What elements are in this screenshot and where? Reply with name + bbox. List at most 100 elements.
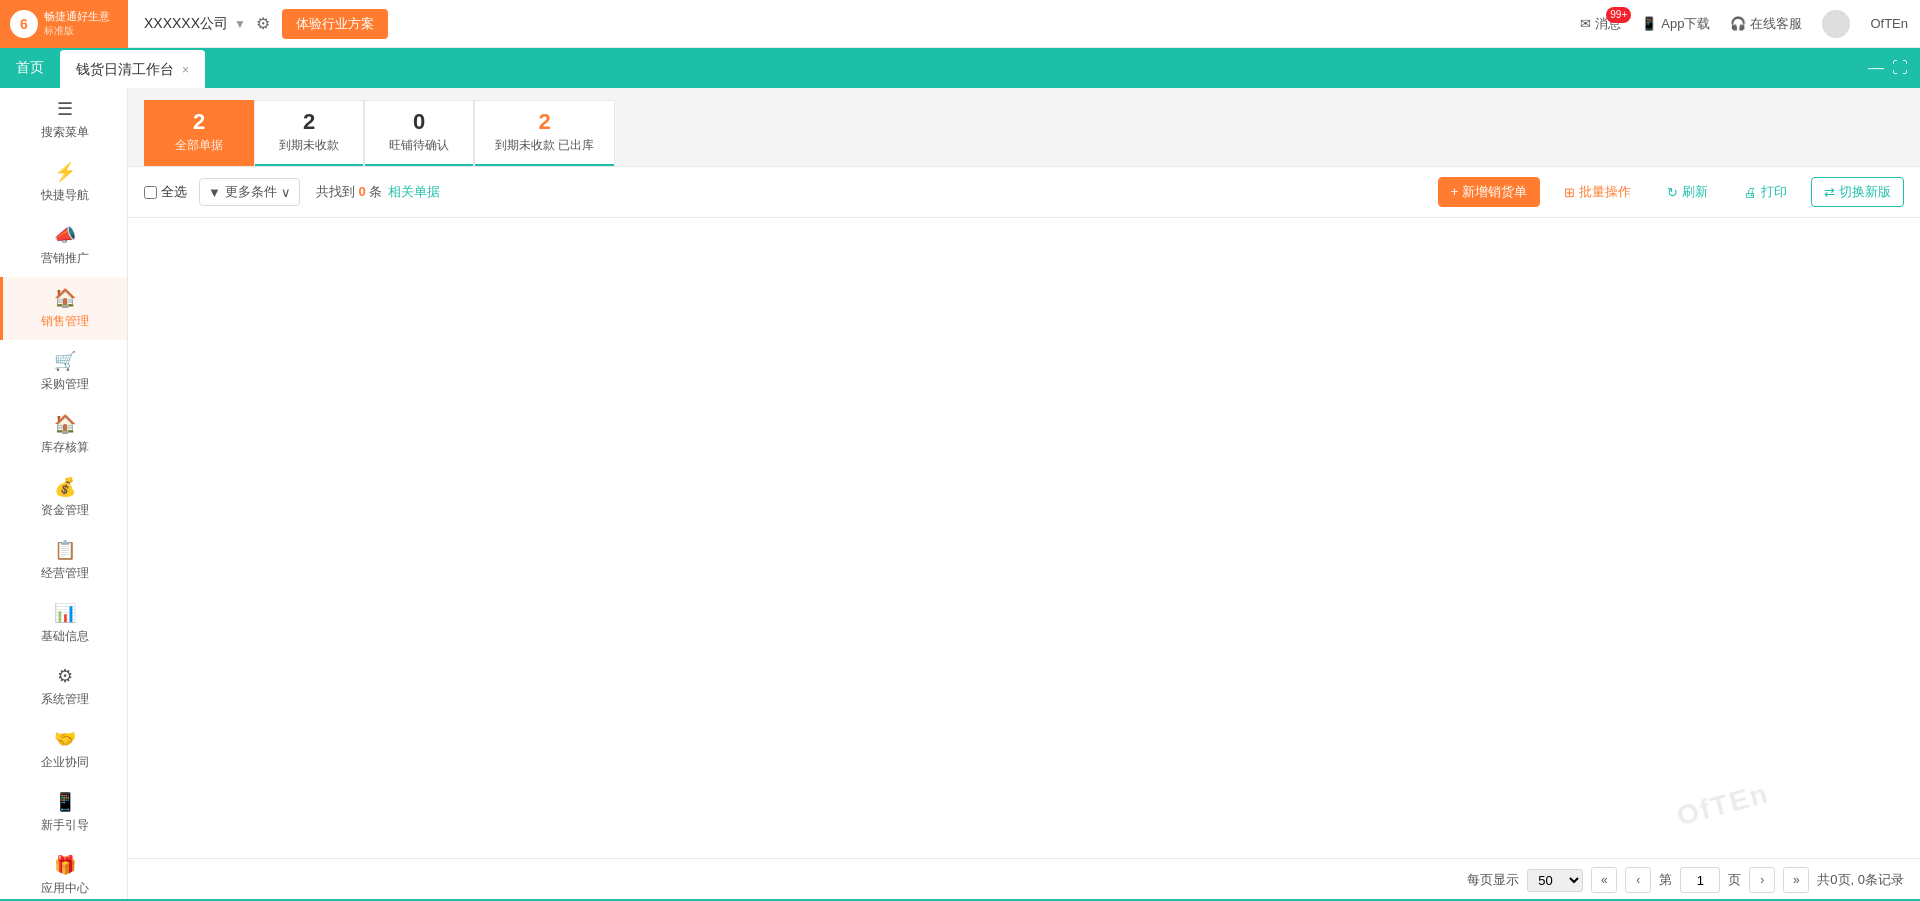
select-all-checkbox[interactable]: 全选 xyxy=(144,183,187,201)
stat-label-overdue-out: 到期未收款 已出库 xyxy=(495,137,594,154)
online-service-label: 在线客服 xyxy=(1750,15,1802,33)
sidebar-item-purchase-label: 采购管理 xyxy=(41,376,89,393)
tab-close-icon[interactable]: × xyxy=(182,63,189,77)
switch-icon: ⇄ xyxy=(1824,185,1835,200)
avatar-name[interactable]: OfTEn xyxy=(1870,16,1908,31)
guide-icon: 📱 xyxy=(54,791,76,813)
sidebar-item-enterprise-coop[interactable]: 🤝 企业协同 xyxy=(0,718,127,781)
sales-icon: 🏠 xyxy=(54,287,76,309)
filter-button[interactable]: ▼ 更多条件 ∨ xyxy=(199,178,300,206)
chevron-down-icon: ▼ xyxy=(234,17,246,31)
company-name: XXXXXX公司 xyxy=(144,15,228,33)
filter-label: 更多条件 xyxy=(225,183,277,201)
sidebar-item-app-center[interactable]: 🎁 应用中心 xyxy=(0,844,127,901)
logo-icon: 6 xyxy=(10,10,38,38)
stat-label-all: 全部单据 xyxy=(175,137,223,154)
select-all-label: 全选 xyxy=(161,183,187,201)
search-menu-icon: ☰ xyxy=(57,98,73,120)
sidebar-item-system-label: 系统管理 xyxy=(41,691,89,708)
sidebar-item-search-menu[interactable]: ☰ 搜索菜单 xyxy=(0,88,127,151)
tab-bar: 首页 钱货日清工作台 × — ⛶ xyxy=(0,48,1920,88)
sidebar-item-guide[interactable]: 📱 新手引导 xyxy=(0,781,127,844)
logo-title: 畅捷通好生意 xyxy=(44,9,110,23)
sidebar-item-operations[interactable]: 📋 经营管理 xyxy=(0,529,127,592)
page-input[interactable] xyxy=(1680,867,1720,893)
app-download-button[interactable]: 📱 App下载 xyxy=(1641,15,1710,33)
print-label: 打印 xyxy=(1761,183,1787,201)
select-all-input[interactable] xyxy=(144,186,157,199)
message-badge: 99+ xyxy=(1606,7,1631,23)
logo-area: 6 畅捷通好生意 标准版 xyxy=(0,0,128,48)
refresh-btn[interactable]: ↻ 刷新 xyxy=(1655,178,1720,206)
prev-page-btn[interactable]: ‹ xyxy=(1625,867,1651,893)
batch-ops-label: 批量操作 xyxy=(1579,183,1631,201)
per-page-select[interactable]: 50 100 200 xyxy=(1527,869,1583,892)
company-selector[interactable]: XXXXXX公司 ▼ xyxy=(144,15,246,33)
stat-num-overdue: 2 xyxy=(303,109,315,135)
trial-button[interactable]: 体验行业方案 xyxy=(282,9,388,39)
settings-icon[interactable]: ⚙ xyxy=(256,14,270,33)
content-area: 2 全部单据 2 到期未收款 0 旺铺待确认 2 到期未收款 已出库 xyxy=(128,88,1920,901)
switch-btn[interactable]: ⇄ 切换新版 xyxy=(1811,177,1904,207)
tab-active[interactable]: 钱货日清工作台 × xyxy=(60,50,205,90)
found-text: 共找到 0 条 相关单据 xyxy=(316,183,440,201)
batch-ops-btn[interactable]: ⊞ 批量操作 xyxy=(1552,178,1643,206)
first-page-btn[interactable]: « xyxy=(1591,867,1617,893)
tab-maximize-icon[interactable]: ⛶ xyxy=(1892,59,1908,77)
next-page-btn[interactable]: › xyxy=(1749,867,1775,893)
tab-bar-right: — ⛶ xyxy=(1868,59,1920,77)
online-service-button[interactable]: 🎧 在线客服 xyxy=(1730,15,1802,33)
stat-num-wangpu: 0 xyxy=(413,109,425,135)
sidebar-item-basic-info[interactable]: 📊 基础信息 xyxy=(0,592,127,655)
stat-tab-overdue-out[interactable]: 2 到期未收款 已出库 xyxy=(474,100,615,166)
system-icon: ⚙ xyxy=(57,665,73,687)
operations-icon: 📋 xyxy=(54,539,76,561)
new-sales-btn[interactable]: + 新增销货单 xyxy=(1438,177,1540,207)
sidebar-item-quick-nav-label: 快捷导航 xyxy=(41,187,89,204)
sidebar-item-finance-label: 资金管理 xyxy=(41,502,89,519)
avatar[interactable] xyxy=(1822,10,1850,38)
message-button[interactable]: ✉ 消息 99+ xyxy=(1580,15,1621,33)
app-download-label: App下载 xyxy=(1661,15,1710,33)
main-layout: ☰ 搜索菜单 ⚡ 快捷导航 📣 营销推广 🏠 销售管理 🛒 采购管理 🏠 库存核… xyxy=(0,88,1920,901)
stat-tab-wangpu[interactable]: 0 旺铺待确认 xyxy=(364,100,474,166)
sidebar-item-sales[interactable]: 🏠 销售管理 xyxy=(0,277,127,340)
stat-num-overdue-out: 2 xyxy=(539,109,551,135)
stats-tabs: 2 全部单据 2 到期未收款 0 旺铺待确认 2 到期未收款 已出库 xyxy=(128,88,1920,167)
stat-tab-all[interactable]: 2 全部单据 xyxy=(144,100,254,166)
found-prefix: 共找到 xyxy=(316,184,355,199)
toolbar: 全选 ▼ 更多条件 ∨ 共找到 0 条 相关单据 + 新增销货单 ⊞ 批量操作 xyxy=(128,167,1920,218)
sidebar-item-guide-label: 新手引导 xyxy=(41,817,89,834)
last-page-btn[interactable]: » xyxy=(1783,867,1809,893)
sidebar-item-marketing-label: 营销推广 xyxy=(41,250,89,267)
logo-sub: 标准版 xyxy=(44,24,110,38)
stat-num-all: 2 xyxy=(193,109,205,135)
stat-label-wangpu: 旺铺待确认 xyxy=(389,137,449,154)
enterprise-coop-icon: 🤝 xyxy=(54,728,76,750)
purchase-icon: 🛒 xyxy=(54,350,76,372)
app-center-icon: 🎁 xyxy=(54,854,76,876)
sidebar-item-inventory[interactable]: 🏠 库存核算 xyxy=(0,403,127,466)
headset-icon: 🎧 xyxy=(1730,16,1746,31)
sidebar-item-search-menu-label: 搜索菜单 xyxy=(41,124,89,141)
refresh-icon: ↻ xyxy=(1667,185,1678,200)
tab-minimize-icon[interactable]: — xyxy=(1868,59,1884,77)
sidebar-item-basic-info-label: 基础信息 xyxy=(41,628,89,645)
download-icon: 📱 xyxy=(1641,16,1657,31)
quick-nav-icon: ⚡ xyxy=(54,161,76,183)
sidebar-item-marketing[interactable]: 📣 营销推广 xyxy=(0,214,127,277)
filter-arrow-icon: ∨ xyxy=(281,185,291,200)
sidebar-item-quick-nav[interactable]: ⚡ 快捷导航 xyxy=(0,151,127,214)
sidebar-item-system[interactable]: ⚙ 系统管理 xyxy=(0,655,127,718)
sidebar-item-purchase[interactable]: 🛒 采购管理 xyxy=(0,340,127,403)
print-btn[interactable]: 🖨 打印 xyxy=(1732,178,1799,206)
message-icon: ✉ xyxy=(1580,16,1591,31)
found-link[interactable]: 相关单据 xyxy=(388,184,440,199)
sidebar-item-enterprise-coop-label: 企业协同 xyxy=(41,754,89,771)
toolbar-right: + 新增销货单 ⊞ 批量操作 ↻ 刷新 🖨 打印 ⇄ 切换新版 xyxy=(1438,177,1904,207)
stat-tab-overdue[interactable]: 2 到期未收款 xyxy=(254,100,364,166)
sidebar-item-inventory-label: 库存核算 xyxy=(41,439,89,456)
sidebar-item-app-center-label: 应用中心 xyxy=(41,880,89,897)
tab-home[interactable]: 首页 xyxy=(0,48,60,88)
sidebar-item-finance[interactable]: 💰 资金管理 xyxy=(0,466,127,529)
